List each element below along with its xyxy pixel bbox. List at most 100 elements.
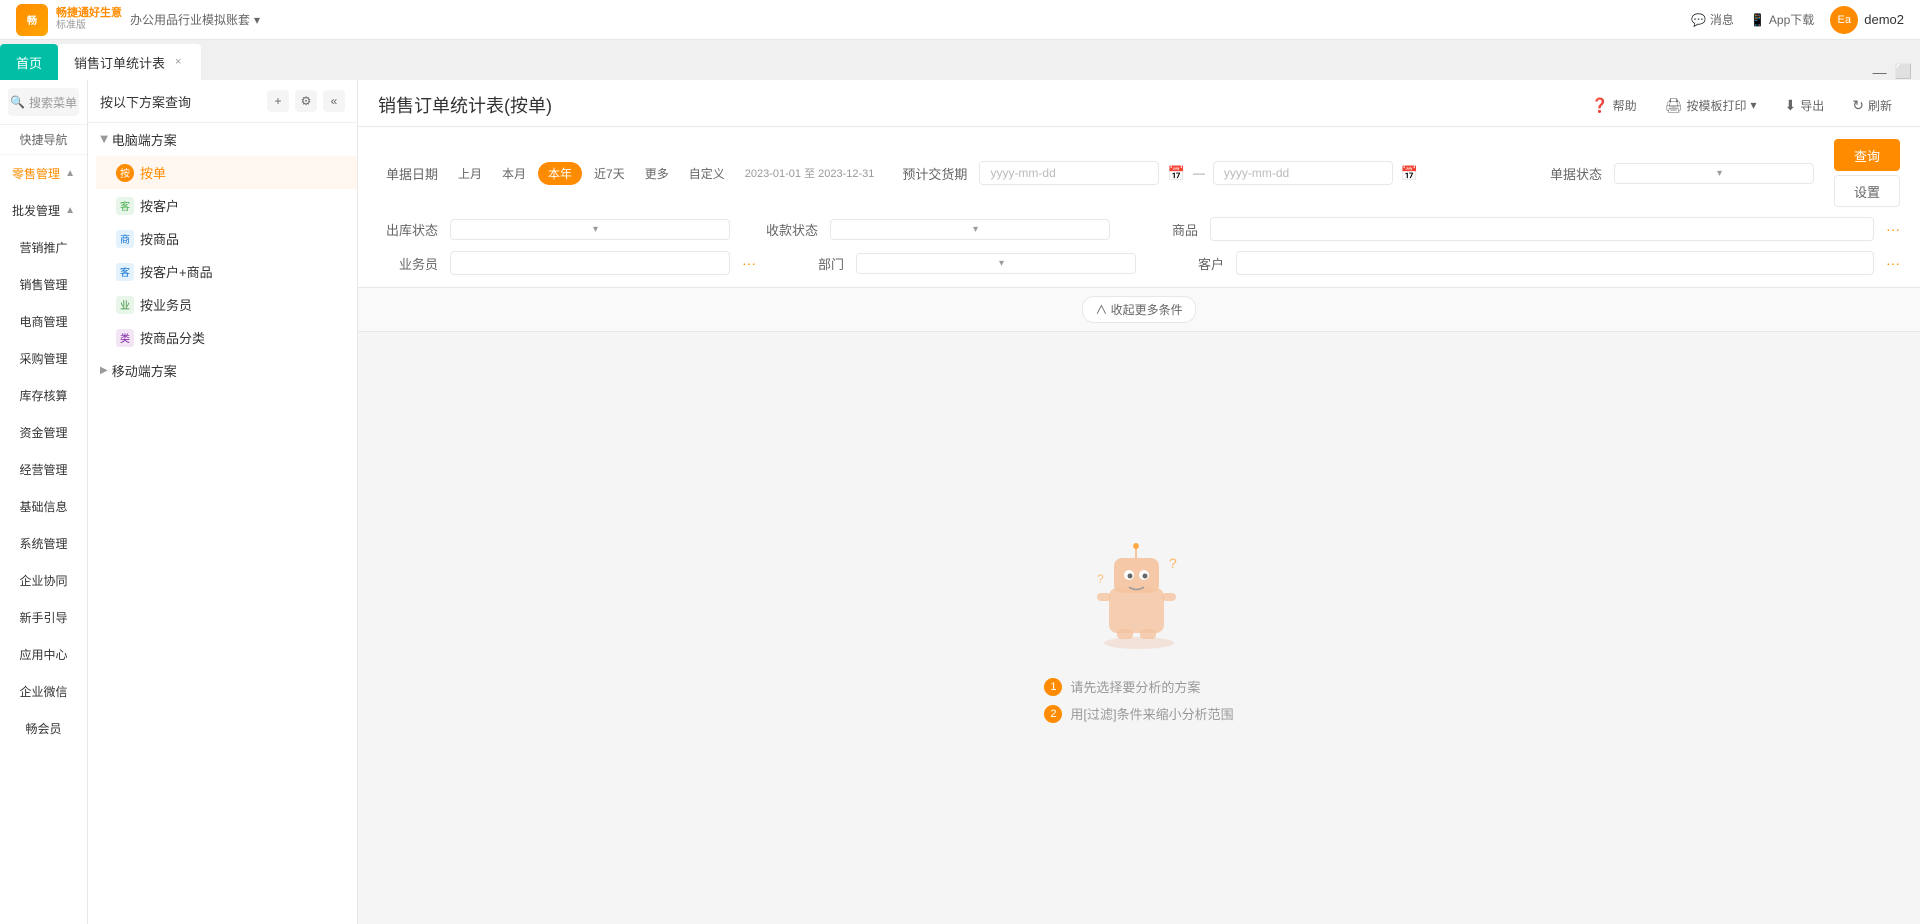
sidebar-item-purchase[interactable]: 采购管理 [0,340,87,377]
date-btn-custom[interactable]: 自定义 [681,162,733,185]
sidebar-item-member[interactable]: 畅会员 [0,710,87,747]
date-btn-last-month[interactable]: 上月 [450,162,490,185]
search-icon: 🔍 [10,95,25,109]
date-btn-this-month[interactable]: 本月 [494,162,534,185]
right-panel: 销售订单统计表(按单) ❓ 帮助 🖨 按模板打印 ▾ ⬇ 导出 [358,80,1920,924]
quick-nav-button[interactable]: 快捷导航 [0,125,87,155]
collapse-more-button[interactable]: ∧ 收起更多条件 [1082,296,1195,323]
avatar: Ea [1830,6,1858,34]
message-action[interactable]: 💬 消息 [1691,11,1734,28]
date-btn-7days[interactable]: 近7天 [586,162,633,185]
username-label: demo2 [1864,12,1904,27]
sidebar-item-appcenter[interactable]: 应用中心 [0,636,87,673]
export-label: 导出 [1800,97,1824,114]
tip1-text: 请先选择要分析的方案 [1070,677,1200,696]
sidebar-item-retail[interactable]: 零售管理 ▲ [0,155,87,192]
payment-label: 收款状态 [758,220,818,239]
tab-home[interactable]: 首页 [0,44,58,80]
refresh-button[interactable]: ↻ 刷新 [1844,93,1900,118]
action-buttons: 查询 设置 [1834,139,1900,207]
sidebar-item-inventory[interactable]: 库存核算 [0,377,87,414]
staff-input[interactable] [450,251,730,275]
sub-brand: 标准版 [56,20,122,32]
sidebar-item-ecommerce[interactable]: 电商管理 [0,303,87,340]
product-dots[interactable]: ··· [1886,221,1900,237]
staff-dots[interactable]: ··· [742,255,756,271]
date-btn-more[interactable]: 更多 [637,162,677,185]
settings-button[interactable]: 设置 [1834,175,1900,207]
tree-item-by-cust-prod[interactable]: 客 按客户+商品 [96,255,357,288]
refresh-label: 刷新 [1868,97,1892,114]
home-tab-label: 首页 [16,53,42,72]
sidebar-item-operation[interactable]: 经营管理 [0,451,87,488]
empty-tip-1: 1 请先选择要分析的方案 [1044,677,1233,696]
cal-end-icon[interactable]: 📅 [1401,165,1418,182]
customer-dots[interactable]: ··· [1886,255,1900,271]
sidebar-item-wholesale[interactable]: 批发管理 ▲ [0,192,87,229]
sidebar-item-system[interactable]: 系统管理 [0,525,87,562]
sidebar-item-enterprise[interactable]: 企业协同 [0,562,87,599]
sidebar-item-marketing[interactable]: 营销推广 [0,229,87,266]
scheme-settings-button[interactable]: ⚙ [295,90,317,112]
tree-item-by-product[interactable]: 商 按商品 [96,222,357,255]
sidebar-item-finance[interactable]: 资金管理 [0,414,87,451]
top-bar: 畅 畅捷通好生意 标准版 办公用品行业模拟账套 ▾ 💬 消息 📱 App下载 E… [0,0,1920,40]
template-print-button[interactable]: 🖨 按模板打印 ▾ [1657,93,1765,118]
bill-status-select[interactable]: ▾ [1614,163,1814,184]
payment-select[interactable]: ▾ [830,219,1110,240]
bill-status-label: 单据状态 [1542,164,1602,183]
mobile-group-header[interactable]: ▶ 移动端方案 [88,354,357,387]
by-category-icon: 类 [116,329,134,347]
dept-select[interactable]: ▾ [856,253,1136,274]
search-menu-label: 搜索菜单 [29,94,77,111]
tab-bar: 首页 销售订单统计表 × — ⬜ [0,40,1920,80]
by-cust-prod-icon: 客 [116,263,134,281]
expected-delivery-start[interactable] [979,161,1159,185]
member-label: 畅会员 [25,720,61,737]
app-download-action[interactable]: 📱 App下载 [1750,11,1814,28]
tab-minimize-icon[interactable]: — [1873,64,1887,80]
tree-item-by-customer[interactable]: 客 按客户 [96,189,357,222]
query-button[interactable]: 查询 [1834,139,1900,171]
cal-start-icon[interactable]: 📅 [1167,165,1184,182]
content-area: 按以下方案查询 + ⚙ « ▶ 电脑端方案 按 按单 客 按客户 [88,80,1920,924]
left-panel-title: 按以下方案查询 [100,92,191,111]
outbound-label: 出库状态 [378,220,438,239]
by-order-icon: 按 [116,164,134,182]
tree-item-by-category[interactable]: 类 按商品分类 [96,321,357,354]
expected-delivery-end[interactable] [1213,161,1393,185]
pc-group-header[interactable]: ▶ 电脑端方案 [88,123,357,156]
main-layout: 🔍 搜索菜单 快捷导航 零售管理 ▲ 批发管理 ▲ 营销推广 销售管理 电商管理… [0,80,1920,924]
sidebar-item-sales[interactable]: 销售管理 [0,266,87,303]
tab-close-icon[interactable]: × [171,54,185,70]
add-scheme-button[interactable]: + [267,90,289,112]
mobile-group-label: 移动端方案 [112,361,177,380]
date-btn-this-year[interactable]: 本年 [538,162,582,185]
tip2-text: 用[过滤]条件来缩小分析范围 [1070,704,1233,723]
search-menu-button[interactable]: 🔍 搜索菜单 [8,88,79,116]
tree-item-by-order[interactable]: 按 按单 [96,156,357,189]
collapse-bar[interactable]: ∧ 收起更多条件 [358,288,1920,332]
left-panel: 按以下方案查询 + ⚙ « ▶ 电脑端方案 按 按单 客 按客户 [88,80,358,924]
sidebar-item-basic[interactable]: 基础信息 [0,488,87,525]
outbound-select[interactable]: ▾ [450,219,730,240]
pc-group-items: 按 按单 客 按客户 商 按商品 客 按客户+商品 业 按业务员 [88,156,357,354]
print-dropdown-icon: ▾ [1750,98,1756,112]
export-icon: ⬇ [1785,97,1797,114]
corpwx-label: 企业微信 [19,683,67,700]
sidebar-search-section: 🔍 搜索菜单 [0,80,87,125]
brand-name: 畅捷通好生意 [56,7,122,20]
tree-item-by-staff[interactable]: 业 按业务员 [96,288,357,321]
download-icon: 📱 [1750,13,1765,27]
tab-maximize-icon[interactable]: ⬜ [1895,63,1912,80]
help-button[interactable]: ❓ 帮助 [1583,93,1644,118]
collapse-panel-button[interactable]: « [323,90,345,112]
appcenter-label: 应用中心 [19,646,67,663]
tab-sales-report[interactable]: 销售订单统计表 × [58,44,201,80]
customer-input[interactable] [1236,251,1874,275]
product-input[interactable] [1210,217,1874,241]
workspace-dropdown[interactable]: 办公用品行业模拟账套 ▾ [130,11,260,28]
sidebar-item-corpwx[interactable]: 企业微信 [0,673,87,710]
sidebar-item-newuser[interactable]: 新手引导 [0,599,87,636]
export-button[interactable]: ⬇ 导出 [1777,93,1833,118]
